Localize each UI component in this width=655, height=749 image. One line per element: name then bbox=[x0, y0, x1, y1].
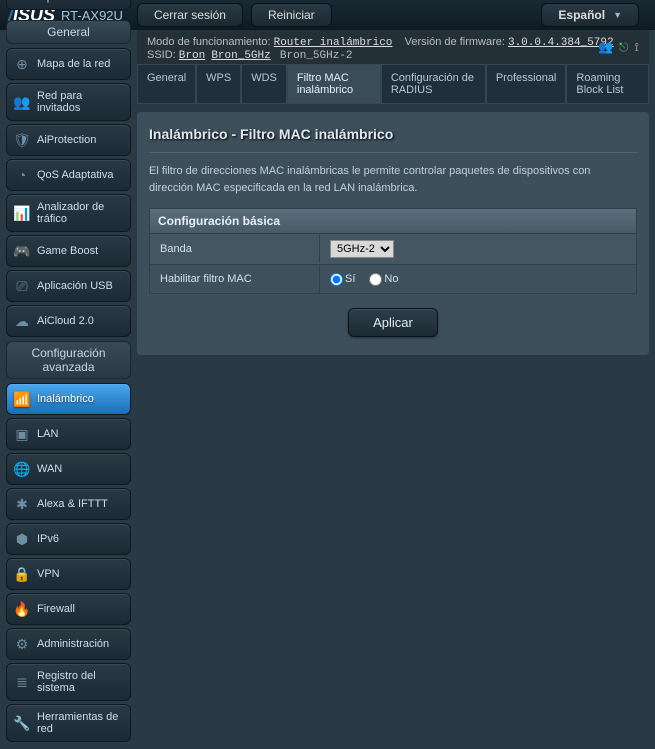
sidebar-header-general: General bbox=[6, 20, 131, 44]
apply-button[interactable]: Aplicar bbox=[348, 308, 438, 337]
status-icons: 👥 ⎋ ⟟ bbox=[598, 40, 639, 55]
sidebar-item-admin[interactable]: ⚙Administración bbox=[6, 628, 131, 660]
firewall-icon: 🔥 bbox=[13, 600, 31, 618]
tools-icon: 🔧 bbox=[13, 714, 31, 732]
reboot-button[interactable]: Reiniciar bbox=[251, 3, 332, 27]
language-selector[interactable]: Español ▼ bbox=[541, 3, 639, 27]
qis-button[interactable]: 🌐 Configuración rápida de Internet bbox=[6, 0, 131, 10]
ssid2-link[interactable]: Bron_5GHz bbox=[211, 50, 270, 62]
sidebar-item-traffic-analyzer[interactable]: 📊Analizador de tráfico bbox=[6, 194, 131, 232]
sidebar-item-usb-app[interactable]: ⎚Aplicación USB bbox=[6, 270, 131, 302]
page-description: El filtro de direcciones MAC inalámbrica… bbox=[149, 163, 637, 196]
gamepad-icon: 🎮 bbox=[13, 242, 31, 260]
ssid3-text: Bron_5GHz-2 bbox=[280, 50, 353, 62]
sidebar-item-lan[interactable]: ▣LAN bbox=[6, 418, 131, 450]
tab-bar: General WPS WDS Filtro MAC inalámbrico C… bbox=[137, 64, 649, 104]
usb-icon: ⎚ bbox=[13, 277, 31, 295]
log-icon: ≣ bbox=[13, 673, 31, 691]
gauge-icon: ◔ bbox=[13, 166, 31, 184]
sidebar-item-qos[interactable]: ◔QoS Adaptativa bbox=[6, 159, 131, 191]
tab-general[interactable]: General bbox=[137, 64, 196, 104]
sidebar-item-vpn[interactable]: 🔒VPN bbox=[6, 558, 131, 590]
cloud-icon: ☁ bbox=[13, 312, 31, 330]
gear-icon: ⚙ bbox=[13, 635, 31, 653]
band-label: Banda bbox=[150, 235, 320, 263]
radio-no[interactable] bbox=[369, 273, 382, 286]
guest-icon: 👥 bbox=[13, 93, 31, 111]
sidebar-item-game-boost[interactable]: 🎮Game Boost bbox=[6, 235, 131, 267]
shield-icon: 🛡 bbox=[13, 131, 31, 149]
radio-yes-label[interactable]: Sí bbox=[330, 273, 355, 286]
sidebar-item-network-tools[interactable]: 🔧Herramientas de red bbox=[6, 704, 131, 742]
band-select[interactable]: 5GHz-2 bbox=[330, 240, 394, 258]
chevron-down-icon: ▼ bbox=[613, 10, 622, 20]
mode-link[interactable]: Router inalámbrico bbox=[274, 37, 393, 49]
tab-professional[interactable]: Professional bbox=[486, 64, 567, 104]
fw-label: Versión de firmware: bbox=[405, 36, 505, 48]
tab-roaming-block[interactable]: Roaming Block List bbox=[566, 64, 649, 104]
page-title: Inalámbrico - Filtro MAC inalámbrico bbox=[149, 126, 637, 142]
tab-mac-filter[interactable]: Filtro MAC inalámbrico bbox=[287, 64, 381, 104]
sidebar-item-ipv6[interactable]: ⬢IPv6 bbox=[6, 523, 131, 555]
sidebar-item-aicloud[interactable]: ☁AiCloud 2.0 bbox=[6, 305, 131, 337]
sidebar-header-advanced: Configuración avanzada bbox=[6, 341, 131, 379]
ssid1-link[interactable]: Bron bbox=[179, 50, 205, 62]
sidebar-item-firewall[interactable]: 🔥Firewall bbox=[6, 593, 131, 625]
vpn-icon: 🔒 bbox=[13, 565, 31, 583]
ssid-label: SSID: bbox=[147, 49, 176, 61]
radio-no-label[interactable]: No bbox=[369, 273, 398, 286]
section-header-basic: Configuración básica bbox=[149, 208, 637, 234]
usb-status-icon[interactable]: ⟟ bbox=[635, 40, 639, 55]
radio-yes[interactable] bbox=[330, 273, 343, 286]
wan-icon: 🌐 bbox=[13, 460, 31, 478]
sidebar-item-wan[interactable]: 🌐WAN bbox=[6, 453, 131, 485]
sidebar-item-wireless[interactable]: 📶Inalámbrico bbox=[6, 383, 131, 415]
map-icon: ⊕ bbox=[13, 55, 31, 73]
tab-wds[interactable]: WDS bbox=[241, 64, 287, 104]
logout-button[interactable]: Cerrar sesión bbox=[137, 3, 243, 27]
link-status-icon[interactable]: ⎋ bbox=[619, 40, 629, 55]
qis-label: Configuración rápida de Internet bbox=[37, 0, 124, 3]
sidebar-item-aiprotection[interactable]: 🛡AiProtection bbox=[6, 124, 131, 156]
multi-user-icon[interactable]: 👥 bbox=[598, 40, 613, 55]
chart-icon: 📊 bbox=[13, 204, 31, 222]
sidebar-item-syslog[interactable]: ≣Registro del sistema bbox=[6, 663, 131, 701]
tab-wps[interactable]: WPS bbox=[196, 64, 241, 104]
sidebar-item-network-map[interactable]: ⊕Mapa de la red bbox=[6, 48, 131, 80]
enable-mac-label: Habilitar filtro MAC bbox=[150, 265, 320, 293]
language-label: Español bbox=[558, 8, 605, 22]
mode-label: Modo de funcionamiento: bbox=[147, 36, 271, 48]
wifi-icon: 📶 bbox=[13, 390, 31, 408]
sidebar-item-alexa[interactable]: ✱Alexa & IFTTT bbox=[6, 488, 131, 520]
sidebar-item-guest-network[interactable]: 👥Red para invitados bbox=[6, 83, 131, 121]
alexa-icon: ✱ bbox=[13, 495, 31, 513]
ipv6-icon: ⬢ bbox=[13, 530, 31, 548]
tab-radius[interactable]: Configuración de RADIUS bbox=[381, 64, 486, 104]
lan-icon: ▣ bbox=[13, 425, 31, 443]
